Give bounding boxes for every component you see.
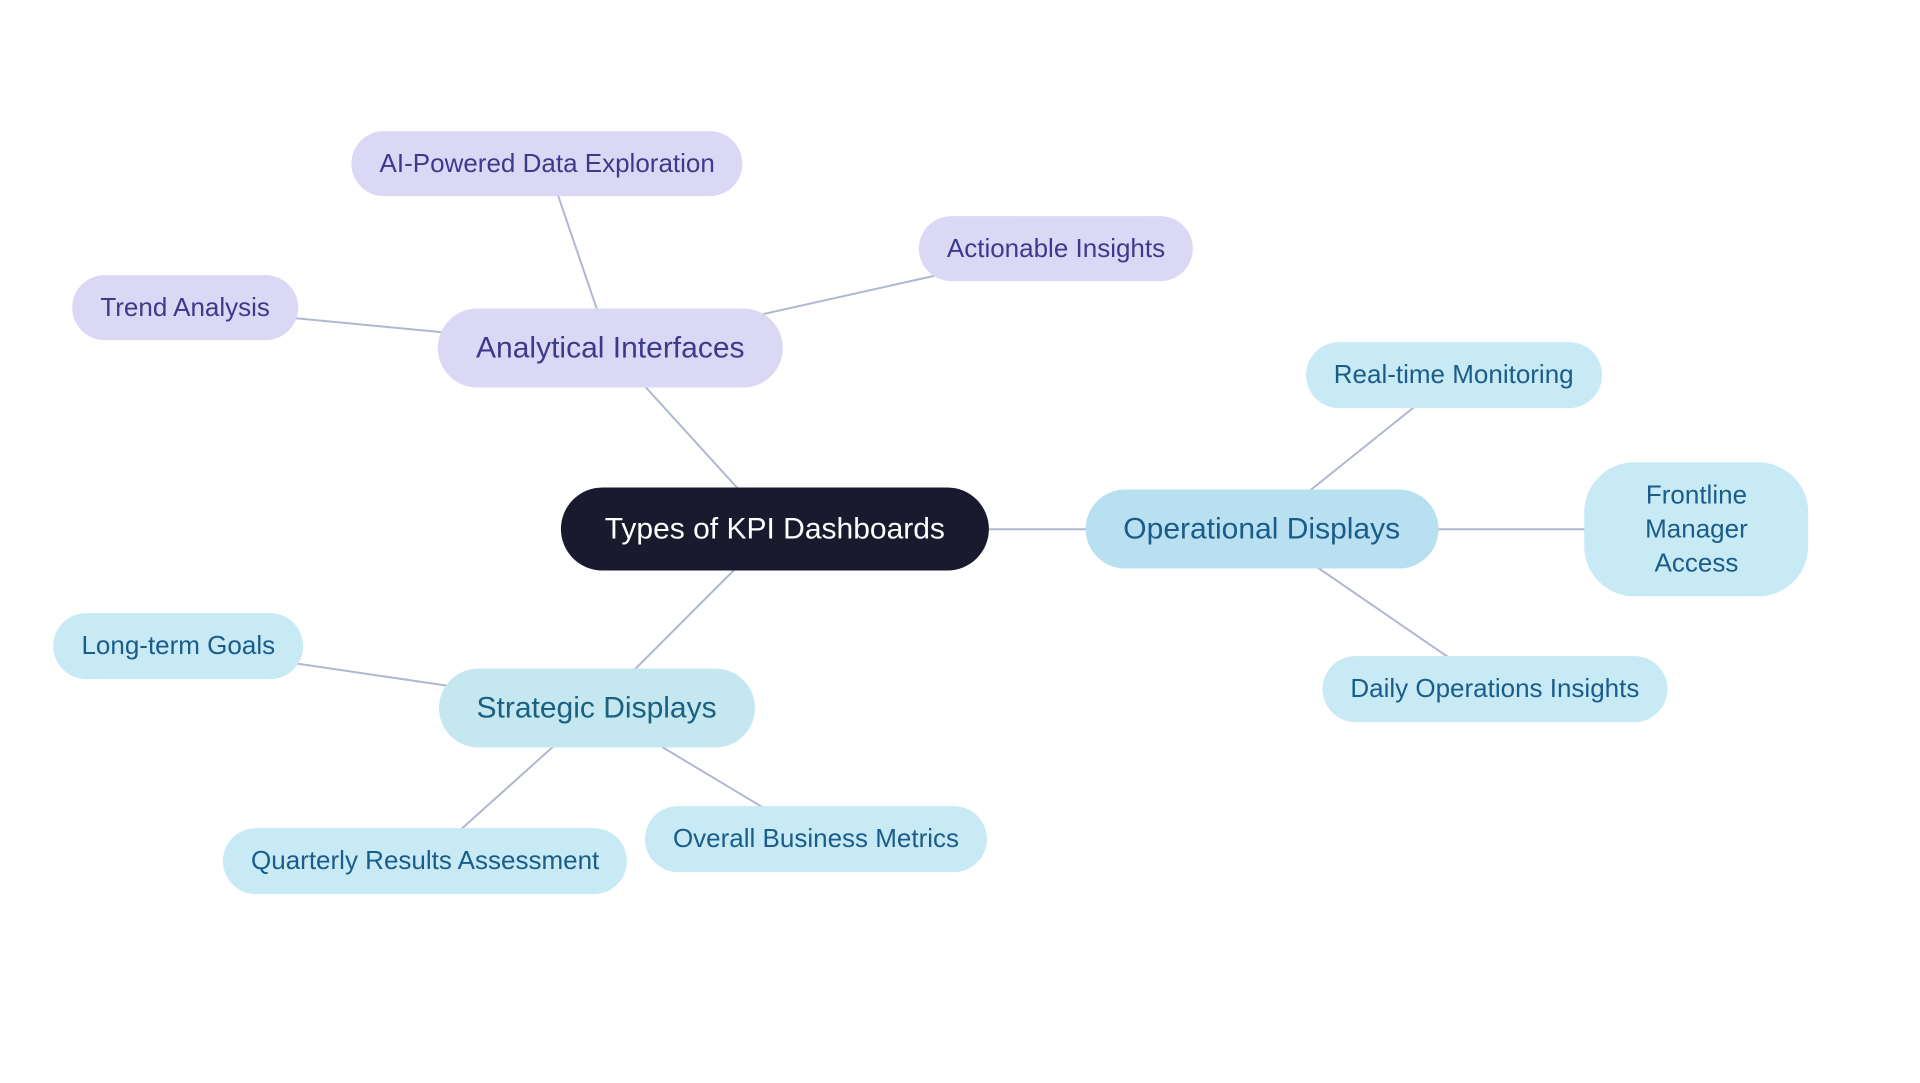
- actionable-insights-node[interactable]: Actionable Insights: [919, 216, 1193, 282]
- ai-powered-node[interactable]: AI-Powered Data Exploration: [352, 131, 743, 197]
- long-term-goals-node[interactable]: Long-term Goals: [53, 613, 303, 679]
- mind-map-canvas: Types of KPI Dashboards Analytical Interf…: [0, 0, 1920, 1083]
- strategic-displays-node[interactable]: Strategic Displays: [439, 668, 755, 747]
- real-time-monitoring-node[interactable]: Real-time Monitoring: [1306, 342, 1602, 408]
- daily-operations-node[interactable]: Daily Operations Insights: [1322, 656, 1667, 722]
- quarterly-results-node[interactable]: Quarterly Results Assessment: [223, 829, 627, 895]
- overall-business-node[interactable]: Overall Business Metrics: [645, 806, 987, 872]
- trend-analysis-node[interactable]: Trend Analysis: [72, 275, 298, 341]
- analytical-interfaces-node[interactable]: Analytical Interfaces: [438, 309, 782, 388]
- center-node[interactable]: Types of KPI Dashboards: [561, 488, 989, 571]
- frontline-manager-node[interactable]: Frontline Manager Access: [1585, 462, 1809, 595]
- operational-displays-node[interactable]: Operational Displays: [1085, 490, 1438, 569]
